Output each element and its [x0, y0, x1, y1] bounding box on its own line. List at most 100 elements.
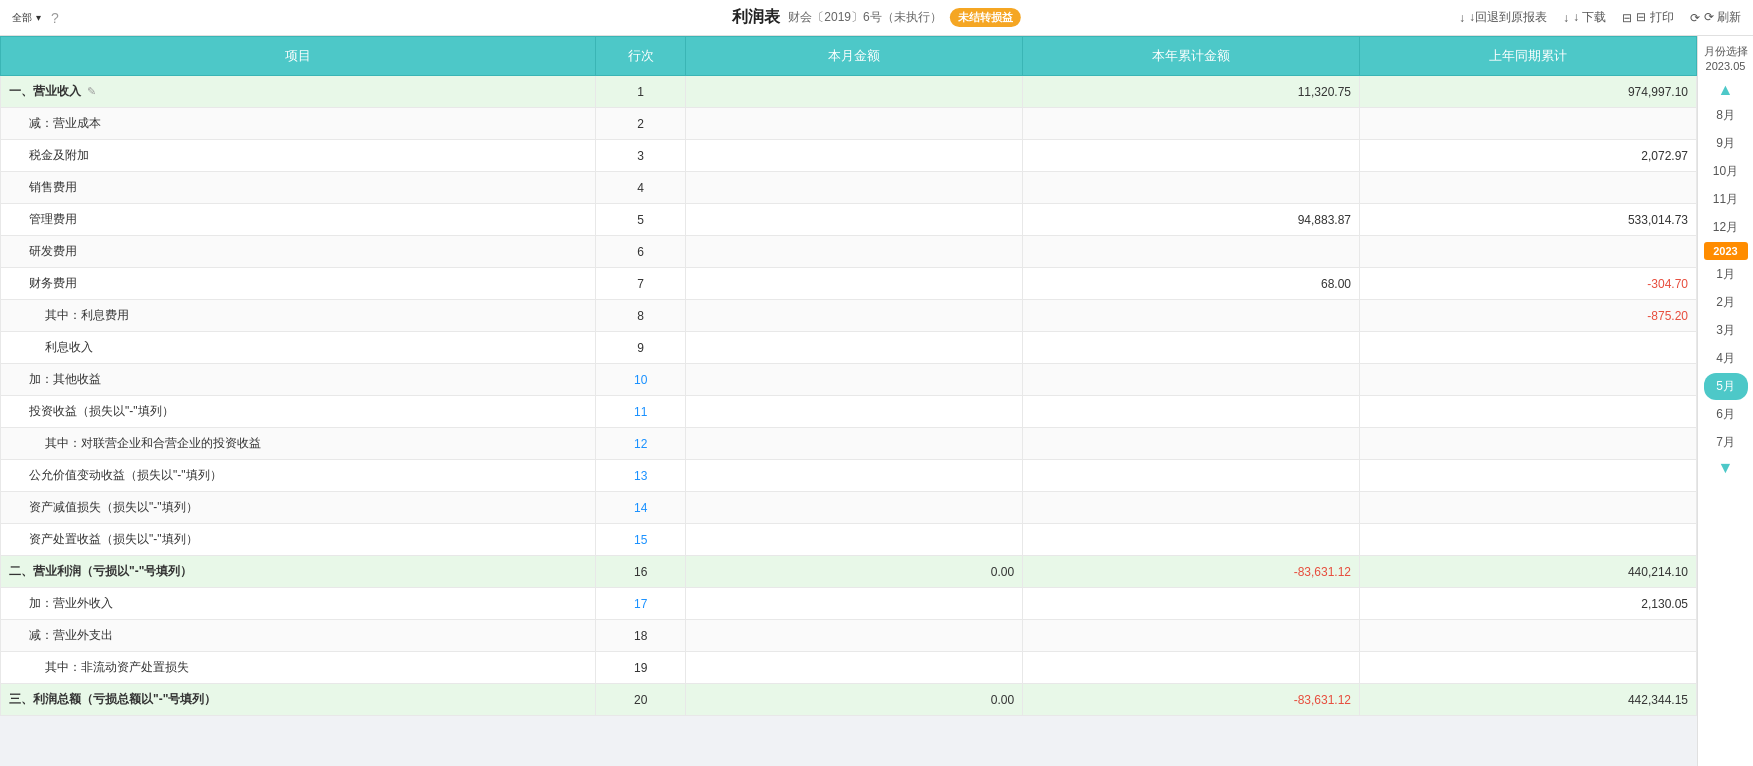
table-cell-month [686, 204, 1023, 236]
month-item[interactable]: 10月 [1704, 158, 1748, 185]
table-cell-lastyear: 440,214.10 [1360, 556, 1697, 588]
edit-icon[interactable]: ✎ [87, 85, 96, 97]
table-cell-year: 94,883.87 [1023, 204, 1360, 236]
scroll-up-button[interactable]: ▲ [1716, 79, 1736, 101]
help-icon[interactable]: ? [51, 10, 59, 26]
table-cell-item: 二、营业利润（亏损以"-"号填列） [1, 556, 596, 588]
table-cell-lastyear [1360, 172, 1697, 204]
scroll-down-button[interactable]: ▼ [1716, 457, 1736, 479]
table-cell-year [1023, 588, 1360, 620]
month-selector-year: 2023.05 [1706, 60, 1746, 72]
table-cell-row-num: 8 [596, 300, 686, 332]
table-cell-month [686, 108, 1023, 140]
table-cell-item: 其中：非流动资产处置损失 [1, 652, 596, 684]
table-cell-lastyear: 442,344.15 [1360, 684, 1697, 716]
table-cell-item: 投资收益（损失以"-"填列） [1, 396, 596, 428]
month-item[interactable]: 7月 [1704, 429, 1748, 456]
month-item[interactable]: 6月 [1704, 401, 1748, 428]
download-label: ↓ 下载 [1573, 9, 1606, 26]
table-cell-item: 三、利润总额（亏损总额以"-"号填列） [1, 684, 596, 716]
month-item[interactable]: 2月 [1704, 289, 1748, 316]
top-bar-left: 全部 ▾ ? [12, 10, 59, 26]
download-button[interactable]: ↓ ↓ 下载 [1563, 9, 1606, 26]
table-cell-month: 0.00 [686, 556, 1023, 588]
top-bar: 全部 ▾ ? 利润表 财会〔2019〕6号（未执行） 未结转损益 ↓ ↓回退到原… [0, 0, 1753, 36]
month-sidebar: 月份选择2023.05 ▲ 8月9月10月11月12月20231月2月3月4月5… [1697, 36, 1753, 766]
month-item[interactable]: 4月 [1704, 345, 1748, 372]
table-cell-month [686, 364, 1023, 396]
table-cell-month [686, 652, 1023, 684]
chevron-down-icon: ▾ [36, 12, 41, 23]
table-cell-lastyear [1360, 236, 1697, 268]
page-title: 利润表 [732, 7, 780, 28]
col-header-month: 本月金额 [686, 37, 1023, 76]
back-button[interactable]: ↓ ↓回退到原报表 [1459, 9, 1547, 26]
table-cell-lastyear [1360, 396, 1697, 428]
table-cell-month: 0.00 [686, 684, 1023, 716]
table-cell-year [1023, 140, 1360, 172]
table-cell-lastyear [1360, 108, 1697, 140]
report-table: 项目 行次 本月金额 本年累计金额 上年同期累计 一、营业收入✎111,320.… [0, 36, 1697, 716]
month-item[interactable]: 9月 [1704, 130, 1748, 157]
table-cell-row-num: 4 [596, 172, 686, 204]
table-cell-month [686, 140, 1023, 172]
refresh-button[interactable]: ⟳ ⟳ 刷新 [1690, 9, 1741, 26]
table-cell-lastyear: -304.70 [1360, 268, 1697, 300]
table-cell-month [686, 300, 1023, 332]
refresh-label: ⟳ 刷新 [1704, 9, 1741, 26]
table-cell-item: 加：其他收益 [1, 364, 596, 396]
table-cell-row-num: 9 [596, 332, 686, 364]
table-cell-item: 研发费用 [1, 236, 596, 268]
table-cell-year: -83,631.12 [1023, 684, 1360, 716]
month-item[interactable]: 12月 [1704, 214, 1748, 241]
table-cell-lastyear [1360, 460, 1697, 492]
print-button[interactable]: ⊟ ⊟ 打印 [1622, 9, 1673, 26]
month-item[interactable]: 11月 [1704, 186, 1748, 213]
table-cell-lastyear: -875.20 [1360, 300, 1697, 332]
table-cell-lastyear [1360, 428, 1697, 460]
dropdown-trigger[interactable]: 全部 ▾ [12, 11, 41, 25]
table-cell-row-num: 5 [596, 204, 686, 236]
table-cell-year [1023, 172, 1360, 204]
table-cell-month [686, 268, 1023, 300]
month-item[interactable]: 8月 [1704, 102, 1748, 129]
table-cell-lastyear [1360, 620, 1697, 652]
table-cell-item: 其中：利息费用 [1, 300, 596, 332]
table-cell-month [686, 332, 1023, 364]
table-cell-lastyear: 2,072.97 [1360, 140, 1697, 172]
table-cell-year [1023, 492, 1360, 524]
table-cell-lastyear: 2,130.05 [1360, 588, 1697, 620]
dropdown-label: 全部 [12, 11, 32, 25]
table-cell-row-num: 2 [596, 108, 686, 140]
table-cell-year [1023, 524, 1360, 556]
month-item[interactable]: 5月 [1704, 373, 1748, 400]
table-cell-row-num: 3 [596, 140, 686, 172]
table-cell-row-num: 12 [596, 428, 686, 460]
table-cell-row-num: 17 [596, 588, 686, 620]
table-cell-month [686, 524, 1023, 556]
month-item[interactable]: 2023 [1704, 242, 1748, 260]
table-cell-year [1023, 428, 1360, 460]
back-icon: ↓ [1459, 11, 1465, 25]
table-cell-item: 销售费用 [1, 172, 596, 204]
month-item[interactable]: 1月 [1704, 261, 1748, 288]
table-cell-item: 公允价值变动收益（损失以"-"填列） [1, 460, 596, 492]
month-item[interactable]: 3月 [1704, 317, 1748, 344]
table-cell-year [1023, 364, 1360, 396]
table-cell-lastyear [1360, 492, 1697, 524]
table-cell-item: 减：营业外支出 [1, 620, 596, 652]
col-header-lastyear: 上年同期累计 [1360, 37, 1697, 76]
table-cell-item: 税金及附加 [1, 140, 596, 172]
table-cell-row-num: 14 [596, 492, 686, 524]
table-cell-row-num: 13 [596, 460, 686, 492]
table-cell-lastyear [1360, 364, 1697, 396]
table-cell-lastyear: 974,997.10 [1360, 76, 1697, 108]
table-cell-year [1023, 620, 1360, 652]
table-cell-month [686, 428, 1023, 460]
table-cell-lastyear [1360, 524, 1697, 556]
table-cell-row-num: 6 [596, 236, 686, 268]
table-cell-month [686, 172, 1023, 204]
table-cell-month [686, 620, 1023, 652]
table-cell-month [686, 588, 1023, 620]
status-badge[interactable]: 未结转损益 [950, 8, 1021, 27]
